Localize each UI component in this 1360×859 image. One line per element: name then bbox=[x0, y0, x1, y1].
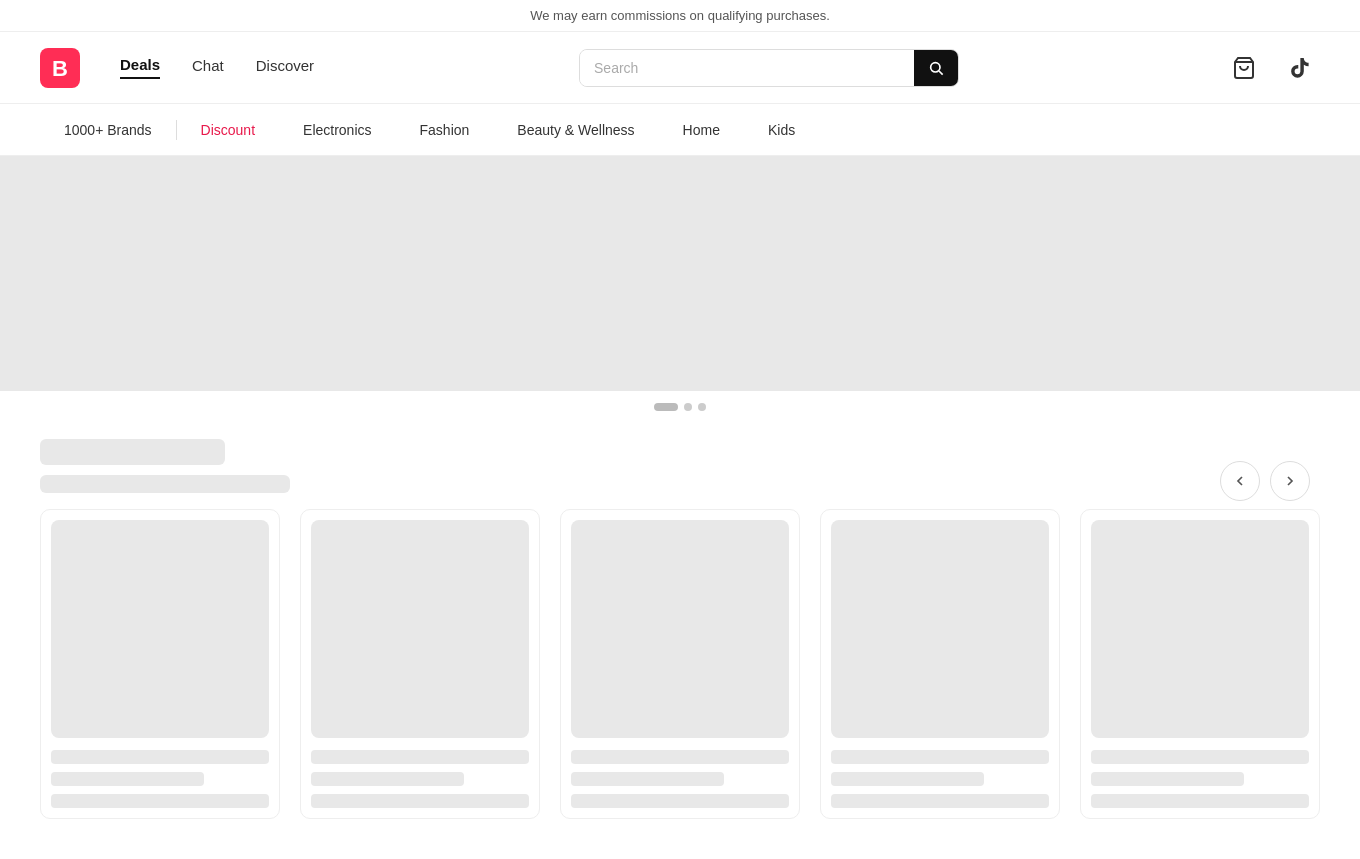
announcement-text: We may earn commissions on qualifying pu… bbox=[530, 8, 830, 23]
products-next-button[interactable] bbox=[1270, 461, 1310, 501]
logo[interactable]: B bbox=[40, 48, 80, 88]
category-fashion[interactable]: Fashion bbox=[396, 104, 494, 155]
nav-discover[interactable]: Discover bbox=[256, 57, 314, 78]
category-beauty[interactable]: Beauty & Wellness bbox=[493, 104, 658, 155]
search-icon bbox=[928, 60, 944, 76]
product-line-skeleton bbox=[831, 794, 1049, 808]
nav-deals[interactable]: Deals bbox=[120, 56, 160, 79]
search-wrapper bbox=[579, 49, 959, 87]
product-card[interactable] bbox=[820, 509, 1060, 819]
products-prev-button[interactable] bbox=[1220, 461, 1260, 501]
search-container bbox=[354, 49, 1184, 87]
product-image-skeleton bbox=[311, 520, 529, 738]
product-line-skeleton bbox=[831, 750, 1049, 764]
bag-icon bbox=[1232, 56, 1256, 80]
svg-text:B: B bbox=[52, 55, 68, 80]
product-line-skeleton bbox=[51, 750, 269, 764]
chevron-left-icon bbox=[1232, 473, 1248, 489]
carousel-dot-3[interactable] bbox=[698, 403, 706, 411]
products-row bbox=[40, 509, 1320, 819]
tiktok-icon bbox=[1288, 56, 1312, 80]
category-discount[interactable]: Discount bbox=[177, 104, 279, 155]
product-line-skeleton bbox=[571, 794, 789, 808]
product-card[interactable] bbox=[300, 509, 540, 819]
products-grid bbox=[40, 509, 1320, 819]
carousel-dot-2[interactable] bbox=[684, 403, 692, 411]
product-line-skeleton bbox=[51, 794, 269, 808]
product-line-skeleton bbox=[311, 772, 464, 786]
category-home[interactable]: Home bbox=[659, 104, 744, 155]
category-kids[interactable]: Kids bbox=[744, 104, 819, 155]
category-nav: 1000+ Brands Discount Electronics Fashio… bbox=[0, 104, 1360, 156]
chevron-right-icon bbox=[1282, 473, 1298, 489]
product-line-skeleton bbox=[571, 772, 724, 786]
search-input[interactable] bbox=[580, 50, 914, 86]
product-image-skeleton bbox=[51, 520, 269, 738]
search-button[interactable] bbox=[914, 50, 958, 86]
nav-chat[interactable]: Chat bbox=[192, 57, 224, 78]
product-line-skeleton bbox=[311, 750, 529, 764]
product-image-skeleton bbox=[571, 520, 789, 738]
product-line-skeleton bbox=[51, 772, 204, 786]
announcement-bar: We may earn commissions on qualifying pu… bbox=[0, 0, 1360, 32]
header: B Deals Chat Discover bbox=[0, 32, 1360, 104]
section-title-skeleton bbox=[40, 439, 225, 465]
hero-banner bbox=[0, 156, 1360, 391]
product-line-skeleton bbox=[1091, 772, 1244, 786]
carousel-dots bbox=[0, 391, 1360, 423]
tiktok-button[interactable] bbox=[1280, 48, 1320, 88]
svg-line-3 bbox=[939, 71, 943, 75]
product-image-skeleton bbox=[831, 520, 1049, 738]
product-line-skeleton bbox=[571, 750, 789, 764]
category-brands[interactable]: 1000+ Brands bbox=[40, 104, 176, 155]
products-section bbox=[0, 423, 1360, 859]
section-header bbox=[40, 439, 1320, 493]
product-line-skeleton bbox=[311, 794, 529, 808]
carousel-dot-1[interactable] bbox=[654, 403, 678, 411]
product-image-skeleton bbox=[1091, 520, 1309, 738]
product-card[interactable] bbox=[1080, 509, 1320, 819]
product-card[interactable] bbox=[560, 509, 800, 819]
bag-button[interactable] bbox=[1224, 48, 1264, 88]
svg-point-2 bbox=[931, 62, 940, 71]
product-line-skeleton bbox=[1091, 794, 1309, 808]
category-electronics[interactable]: Electronics bbox=[279, 104, 395, 155]
product-line-skeleton bbox=[831, 772, 984, 786]
section-subtitle-skeleton bbox=[40, 475, 290, 493]
product-card[interactable] bbox=[40, 509, 280, 819]
product-line-skeleton bbox=[1091, 750, 1309, 764]
header-icons bbox=[1224, 48, 1320, 88]
main-nav: Deals Chat Discover bbox=[120, 56, 314, 79]
